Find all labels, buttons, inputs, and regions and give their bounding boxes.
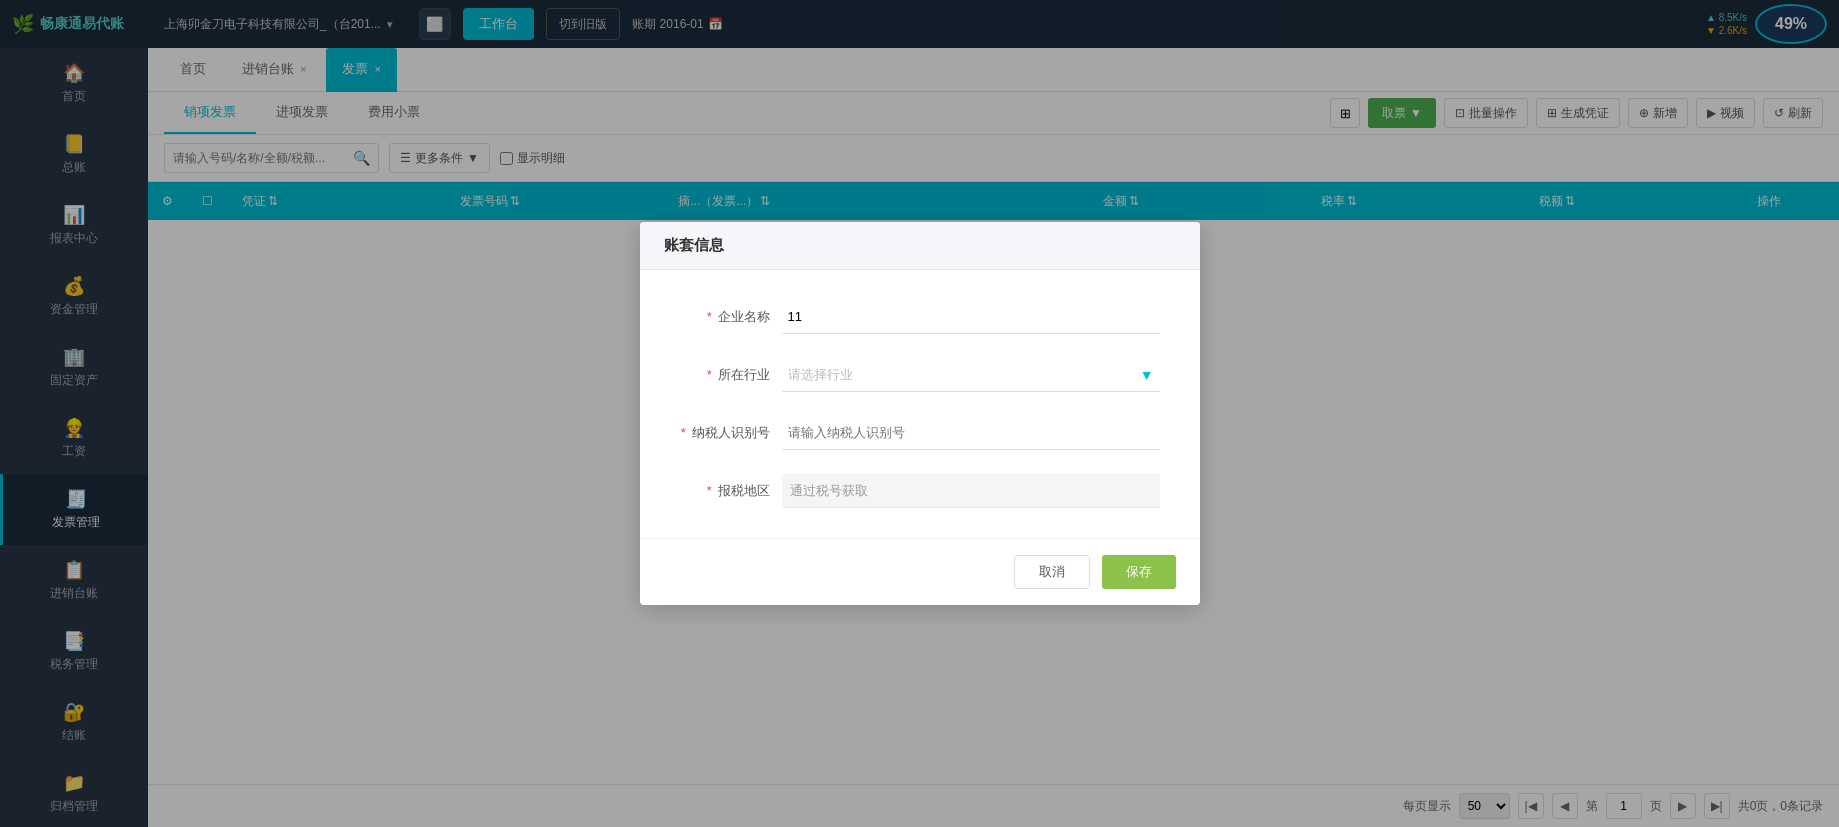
industry-label: * 所在行业 [680, 366, 770, 384]
required-star: * [707, 309, 712, 324]
tax-region-row: * 报税地区 通过税号获取 [680, 474, 1160, 508]
tax-id-input[interactable] [782, 416, 1160, 450]
required-star: * [707, 367, 712, 382]
dialog-title: 账套信息 [640, 222, 1200, 270]
industry-placeholder: 请选择行业 [788, 366, 853, 384]
industry-arrow-icon: ▼ [1140, 367, 1154, 383]
required-star: * [707, 483, 712, 498]
company-name-label: * 企业名称 [680, 308, 770, 326]
required-star: * [681, 425, 686, 440]
dialog-footer: 取消 保存 [640, 538, 1200, 605]
tax-region-label: * 报税地区 [680, 482, 770, 500]
account-info-dialog: 账套信息 * 企业名称 * 所在行业 请选择行业 ▼ [640, 222, 1200, 605]
modal-overlay[interactable]: 账套信息 * 企业名称 * 所在行业 请选择行业 ▼ [0, 0, 1839, 827]
tax-region-display: 通过税号获取 [782, 474, 1160, 508]
tax-id-label: * 纳税人识别号 [680, 424, 770, 442]
company-name-input[interactable] [782, 300, 1160, 334]
company-name-row: * 企业名称 [680, 300, 1160, 334]
tax-id-row: * 纳税人识别号 [680, 416, 1160, 450]
cancel-button[interactable]: 取消 [1014, 555, 1090, 589]
industry-row: * 所在行业 请选择行业 ▼ [680, 358, 1160, 392]
industry-select[interactable]: 请选择行业 ▼ [782, 358, 1160, 392]
save-button[interactable]: 保存 [1102, 555, 1176, 589]
dialog-body: * 企业名称 * 所在行业 请选择行业 ▼ * [640, 270, 1200, 538]
